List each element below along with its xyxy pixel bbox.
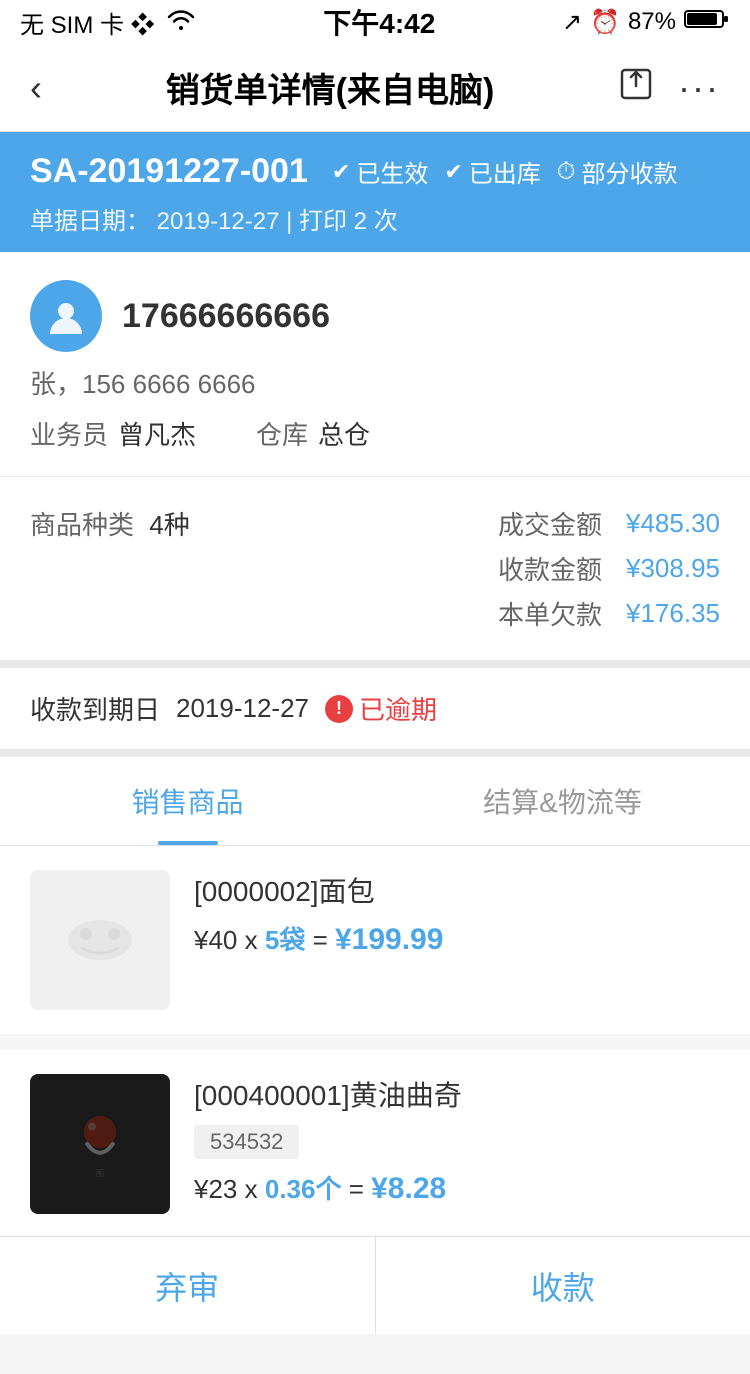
summary-right: 成交金额 ¥485.30 收款金额 ¥308.95 本单欠款 ¥176.35: [498, 505, 720, 632]
warehouse-value: 总仓: [318, 415, 370, 452]
print-info: | 打印 2 次: [286, 208, 398, 235]
product-base-price-2: ¥23: [194, 1174, 237, 1204]
check-icon-2: ✔: [444, 159, 462, 185]
product-price-2: ¥23 x 0.36个 = ¥8.28: [194, 1169, 720, 1206]
list-item: [0000002]面包 ¥40 x 5袋 = ¥199.99: [0, 846, 750, 1034]
product-multiply-2: x: [245, 1174, 265, 1204]
received-amount: ¥308.95: [626, 553, 720, 584]
status-shipped-label: 已出库: [469, 154, 541, 189]
product-total-1: ¥199.99: [335, 923, 443, 956]
customer-id: 17666666666: [122, 297, 330, 336]
customer-row: 17666666666: [30, 280, 720, 352]
list-item: 图 [000400001]黄油曲奇 534532 ¥23 x 0.36个 = ¥…: [0, 1050, 750, 1238]
battery-icon: [684, 7, 730, 38]
status-partial-label: 部分收款: [582, 154, 678, 189]
back-button[interactable]: ‹: [30, 67, 42, 109]
salesperson-label: 业务员: [30, 415, 108, 452]
transaction-row: 成交金额 ¥485.30: [498, 505, 720, 542]
transaction-amount: ¥485.30: [626, 508, 720, 539]
pay-button[interactable]: 收款: [376, 1237, 750, 1334]
summary-section: 商品种类 4种 成交金额 ¥485.30 收款金额 ¥308.95 本单欠款 ¥…: [0, 477, 750, 668]
header-banner: SA-20191227-001 ✔ 已生效 ✔ 已出库 ⏱ 部分收款 单据日期：…: [0, 132, 750, 252]
doc-date-label: 单据日期：: [30, 208, 150, 235]
status-tags: ✔ 已生效 ✔ 已出库 ⏱ 部分收款: [332, 154, 678, 189]
alarm-icon: ⏰: [590, 8, 620, 37]
status-time: 下午4:42: [323, 2, 435, 42]
product-thumbnail-2: 图: [30, 1074, 170, 1214]
tabs: 销售商品 结算&物流等: [0, 757, 750, 846]
doc-date-value: 2019-12-27: [157, 208, 280, 235]
tab-products[interactable]: 销售商品: [0, 757, 375, 845]
salesperson-value: 曾凡杰: [118, 415, 196, 452]
overdue-label: 已逾期: [359, 690, 437, 727]
order-id: SA-20191227-001: [30, 152, 308, 191]
summary-left: 商品种类 4种: [30, 505, 190, 542]
product-name-1: [0000002]面包: [194, 870, 720, 910]
product-quantity-1: 5袋: [265, 925, 305, 955]
nav-icons: ···: [618, 66, 720, 110]
tab-settlement[interactable]: 结算&物流等: [375, 757, 750, 845]
product-equal-2: =: [349, 1174, 371, 1204]
overdue-tag: ! 已逾期: [325, 690, 437, 727]
product-price-1: ¥40 x 5袋 = ¥199.99: [194, 920, 720, 957]
debt-label: 本单欠款: [498, 595, 602, 632]
product-badge-2: 534532: [194, 1125, 299, 1159]
product-types-value: 4种: [149, 510, 189, 540]
pay-label: 收款: [531, 1263, 595, 1309]
cancel-review-button[interactable]: 弃审: [0, 1237, 376, 1334]
due-date-label: 收款到期日: [30, 690, 160, 727]
product-types-label: 商品种类: [30, 510, 134, 540]
product-equal-1: =: [313, 925, 335, 955]
product-info-1: [0000002]面包 ¥40 x 5袋 = ¥199.99: [194, 870, 720, 957]
sim-label: 无 SIM 卡 ❖: [20, 5, 155, 40]
svg-text:图: 图: [96, 1169, 104, 1178]
due-section: 收款到期日 2019-12-27 ! 已逾期: [0, 668, 750, 757]
overdue-icon: !: [325, 695, 353, 723]
status-right: ↗ ⏰ 87%: [562, 7, 730, 38]
customer-section: 17666666666 张，156 6666 6666 业务员 曾凡杰 仓库 总…: [0, 252, 750, 477]
product-name-2: [000400001]黄油曲奇: [194, 1074, 720, 1114]
meta-salesperson: 业务员 曾凡杰: [30, 415, 196, 452]
product-info-2: [000400001]黄油曲奇 534532 ¥23 x 0.36个 = ¥8.…: [194, 1074, 720, 1206]
banner-doc-info: 单据日期： 2019-12-27 | 打印 2 次: [30, 201, 720, 236]
meta-warehouse: 仓库 总仓: [256, 415, 370, 452]
status-tag-shipped: ✔ 已出库: [444, 154, 540, 189]
product-base-price-1: ¥40: [194, 925, 237, 955]
battery-label: 87%: [628, 8, 676, 36]
status-effective-label: 已生效: [356, 154, 428, 189]
customer-meta: 业务员 曾凡杰 仓库 总仓: [30, 415, 720, 452]
location-icon: ↗: [562, 8, 582, 37]
debt-row: 本单欠款 ¥176.35: [498, 595, 720, 632]
received-row: 收款金额 ¥308.95: [498, 550, 720, 587]
debt-amount: ¥176.35: [626, 598, 720, 629]
status-bar: 无 SIM 卡 ❖ 下午4:42 ↗ ⏰ 87%: [0, 0, 750, 44]
share-button[interactable]: [618, 66, 654, 110]
product-multiply-1: x: [245, 925, 265, 955]
avatar: [30, 280, 102, 352]
wifi-icon: [165, 8, 197, 37]
status-tag-effective: ✔ 已生效: [332, 154, 428, 189]
more-button[interactable]: ···: [678, 67, 720, 109]
cancel-review-label: 弃审: [155, 1263, 219, 1309]
check-icon-1: ✔: [332, 159, 350, 185]
page-title: 销货单详情(来自电脑): [166, 63, 495, 112]
clock-icon: ⏱: [557, 158, 576, 186]
status-left: 无 SIM 卡 ❖: [20, 5, 197, 40]
tab-settlement-label: 结算&物流等: [483, 781, 642, 821]
warehouse-label: 仓库: [256, 415, 308, 452]
product-thumbnail-1: [30, 870, 170, 1010]
due-date-value: 2019-12-27: [176, 693, 309, 724]
product-quantity-2: 0.36个: [265, 1174, 342, 1204]
product-total-2: ¥8.28: [371, 1172, 446, 1205]
status-tag-partial: ⏱ 部分收款: [557, 154, 678, 189]
transaction-label: 成交金额: [498, 505, 602, 542]
customer-name: 张，156 6666 6666: [30, 364, 720, 401]
banner-row1: SA-20191227-001 ✔ 已生效 ✔ 已出库 ⏱ 部分收款: [30, 152, 720, 191]
tab-products-label: 销售商品: [131, 781, 243, 821]
nav-bar: ‹ 销货单详情(来自电脑) ···: [0, 44, 750, 132]
received-label: 收款金额: [498, 550, 602, 587]
bottom-bar: 弃审 收款: [0, 1236, 750, 1334]
